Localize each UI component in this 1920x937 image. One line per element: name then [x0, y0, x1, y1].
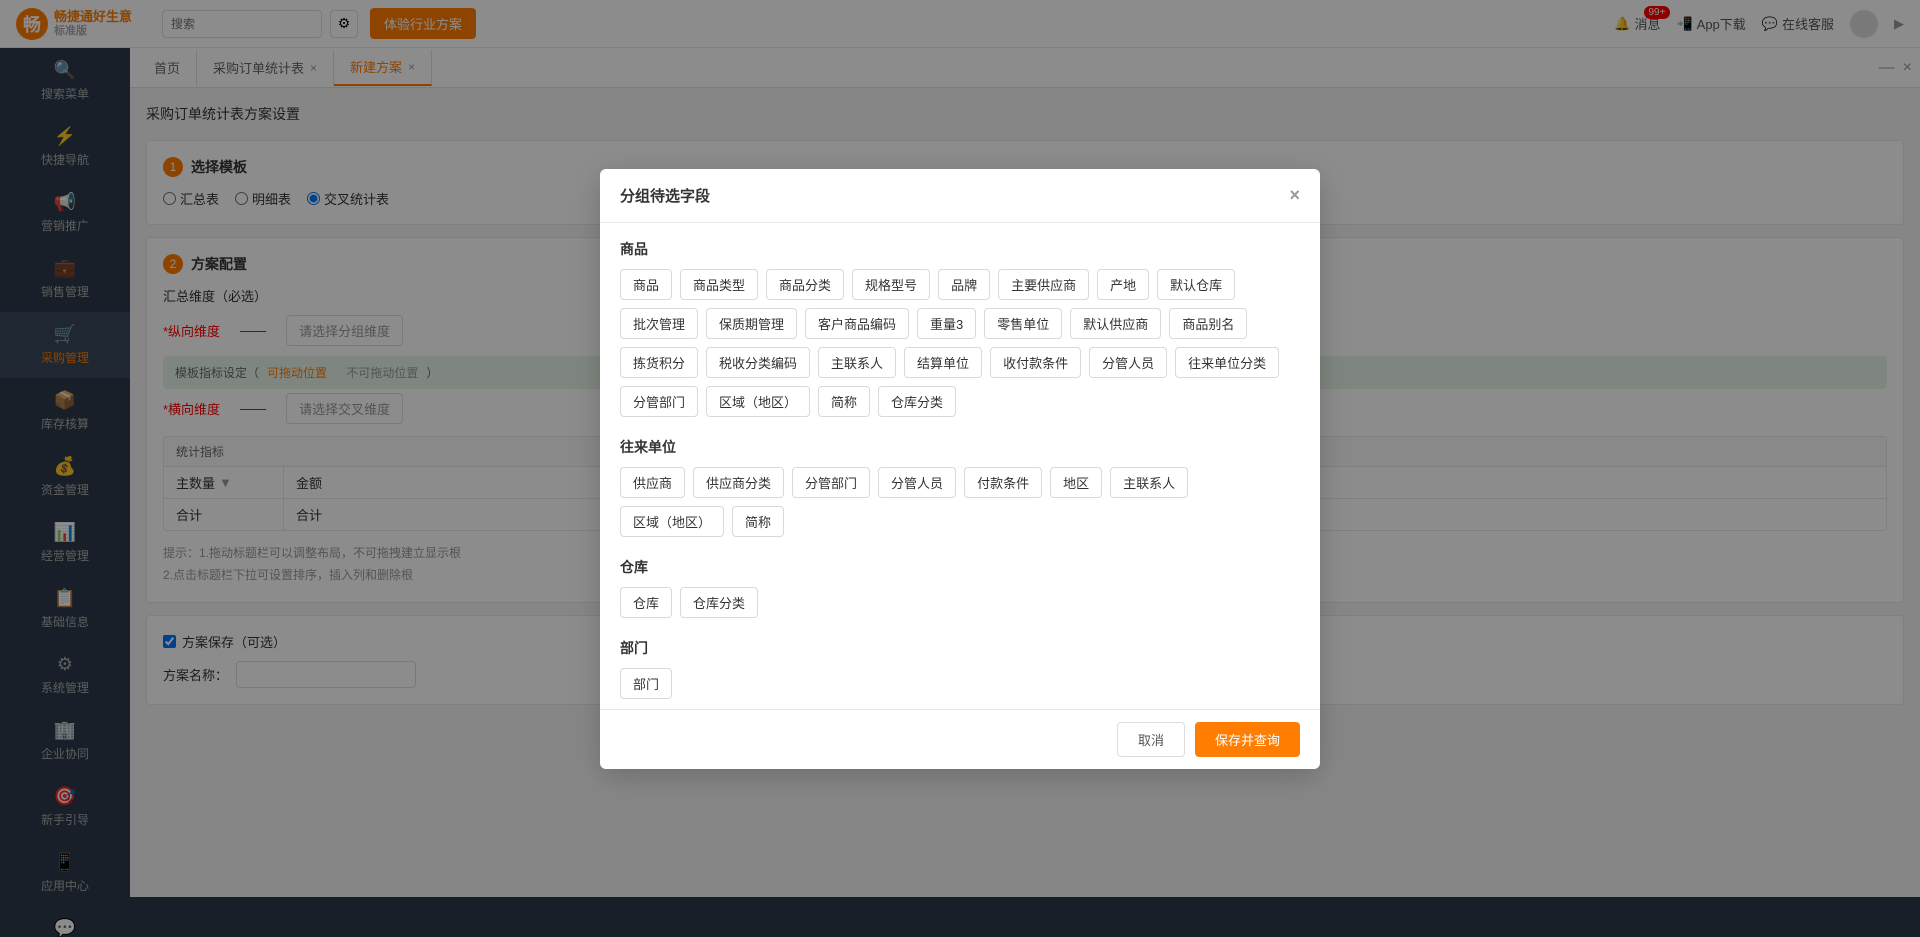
field-tag[interactable]: 简称 [732, 506, 784, 537]
field-group-department: 部门 部门 [620, 638, 1300, 699]
field-tag[interactable]: 税收分类编码 [706, 347, 810, 378]
field-tag[interactable]: 默认供应商 [1070, 308, 1161, 339]
field-tag[interactable]: 分管人员 [1089, 347, 1167, 378]
field-group-counterpart: 往来单位 供应商 供应商分类 分管部门 分管人员 付款条件 地区 主联系人 区域… [620, 437, 1300, 537]
field-tag[interactable]: 付款条件 [964, 467, 1042, 498]
department-tags: 部门 [620, 668, 1300, 699]
field-tag[interactable]: 产地 [1097, 269, 1149, 300]
goods-title: 商品 [620, 239, 1300, 259]
modal-header: 分组待选字段 × [600, 169, 1320, 223]
modal-overlay: 分组待选字段 × 商品 商品 商品类型 商品分类 规格型号 品牌 主要供应商 产… [0, 0, 1920, 937]
cancel-button[interactable]: 取消 [1117, 722, 1185, 757]
field-tag[interactable]: 仓库分类 [878, 386, 956, 417]
department-title: 部门 [620, 638, 1300, 658]
field-tag[interactable]: 部门 [620, 668, 672, 699]
field-tag[interactable]: 零售单位 [984, 308, 1062, 339]
counterpart-tags: 供应商 供应商分类 分管部门 分管人员 付款条件 地区 主联系人 区域（地区） … [620, 467, 1300, 537]
field-tag[interactable]: 商品类型 [680, 269, 758, 300]
field-tag[interactable]: 客户商品编码 [805, 308, 909, 339]
field-tag[interactable]: 区域（地区） [620, 506, 724, 537]
field-tag[interactable]: 分管部门 [620, 386, 698, 417]
field-tag[interactable]: 重量3 [917, 308, 976, 339]
field-tag[interactable]: 仓库 [620, 587, 672, 618]
field-tag[interactable]: 仓库分类 [680, 587, 758, 618]
field-select-modal: 分组待选字段 × 商品 商品 商品类型 商品分类 规格型号 品牌 主要供应商 产… [600, 169, 1320, 769]
field-tag[interactable]: 商品分类 [766, 269, 844, 300]
modal-footer: 取消 保存并查询 [600, 709, 1320, 769]
field-tag[interactable]: 主要供应商 [998, 269, 1089, 300]
warehouse-tags: 仓库 仓库分类 [620, 587, 1300, 618]
field-tag[interactable]: 结算单位 [904, 347, 982, 378]
field-tag[interactable]: 商品 [620, 269, 672, 300]
field-tag[interactable]: 主联系人 [1110, 467, 1188, 498]
field-tag[interactable]: 区域（地区） [706, 386, 810, 417]
warehouse-title: 仓库 [620, 557, 1300, 577]
field-group-goods: 商品 商品 商品类型 商品分类 规格型号 品牌 主要供应商 产地 默认仓库 批次… [620, 239, 1300, 417]
field-tag[interactable]: 供应商分类 [693, 467, 784, 498]
counterpart-title: 往来单位 [620, 437, 1300, 457]
confirm-button[interactable]: 保存并查询 [1195, 722, 1300, 757]
field-tag[interactable]: 规格型号 [852, 269, 930, 300]
field-tag[interactable]: 商品别名 [1169, 308, 1247, 339]
modal-close-btn[interactable]: × [1289, 185, 1300, 206]
modal-title: 分组待选字段 [620, 185, 710, 206]
field-tag[interactable]: 分管部门 [792, 467, 870, 498]
field-tag[interactable]: 简称 [818, 386, 870, 417]
modal-body: 商品 商品 商品类型 商品分类 规格型号 品牌 主要供应商 产地 默认仓库 批次… [600, 223, 1320, 709]
field-tag[interactable]: 品牌 [938, 269, 990, 300]
goods-tags: 商品 商品类型 商品分类 规格型号 品牌 主要供应商 产地 默认仓库 批次管理 … [620, 269, 1300, 417]
field-tag[interactable]: 保质期管理 [706, 308, 797, 339]
field-tag[interactable]: 往来单位分类 [1175, 347, 1279, 378]
field-tag[interactable]: 收付款条件 [990, 347, 1081, 378]
field-tag[interactable]: 供应商 [620, 467, 685, 498]
field-tag[interactable]: 默认仓库 [1157, 269, 1235, 300]
field-tag[interactable]: 地区 [1050, 467, 1102, 498]
field-tag[interactable]: 主联系人 [818, 347, 896, 378]
field-tag[interactable]: 分管人员 [878, 467, 956, 498]
field-group-warehouse: 仓库 仓库 仓库分类 [620, 557, 1300, 618]
field-tag[interactable]: 批次管理 [620, 308, 698, 339]
field-tag[interactable]: 拣货积分 [620, 347, 698, 378]
